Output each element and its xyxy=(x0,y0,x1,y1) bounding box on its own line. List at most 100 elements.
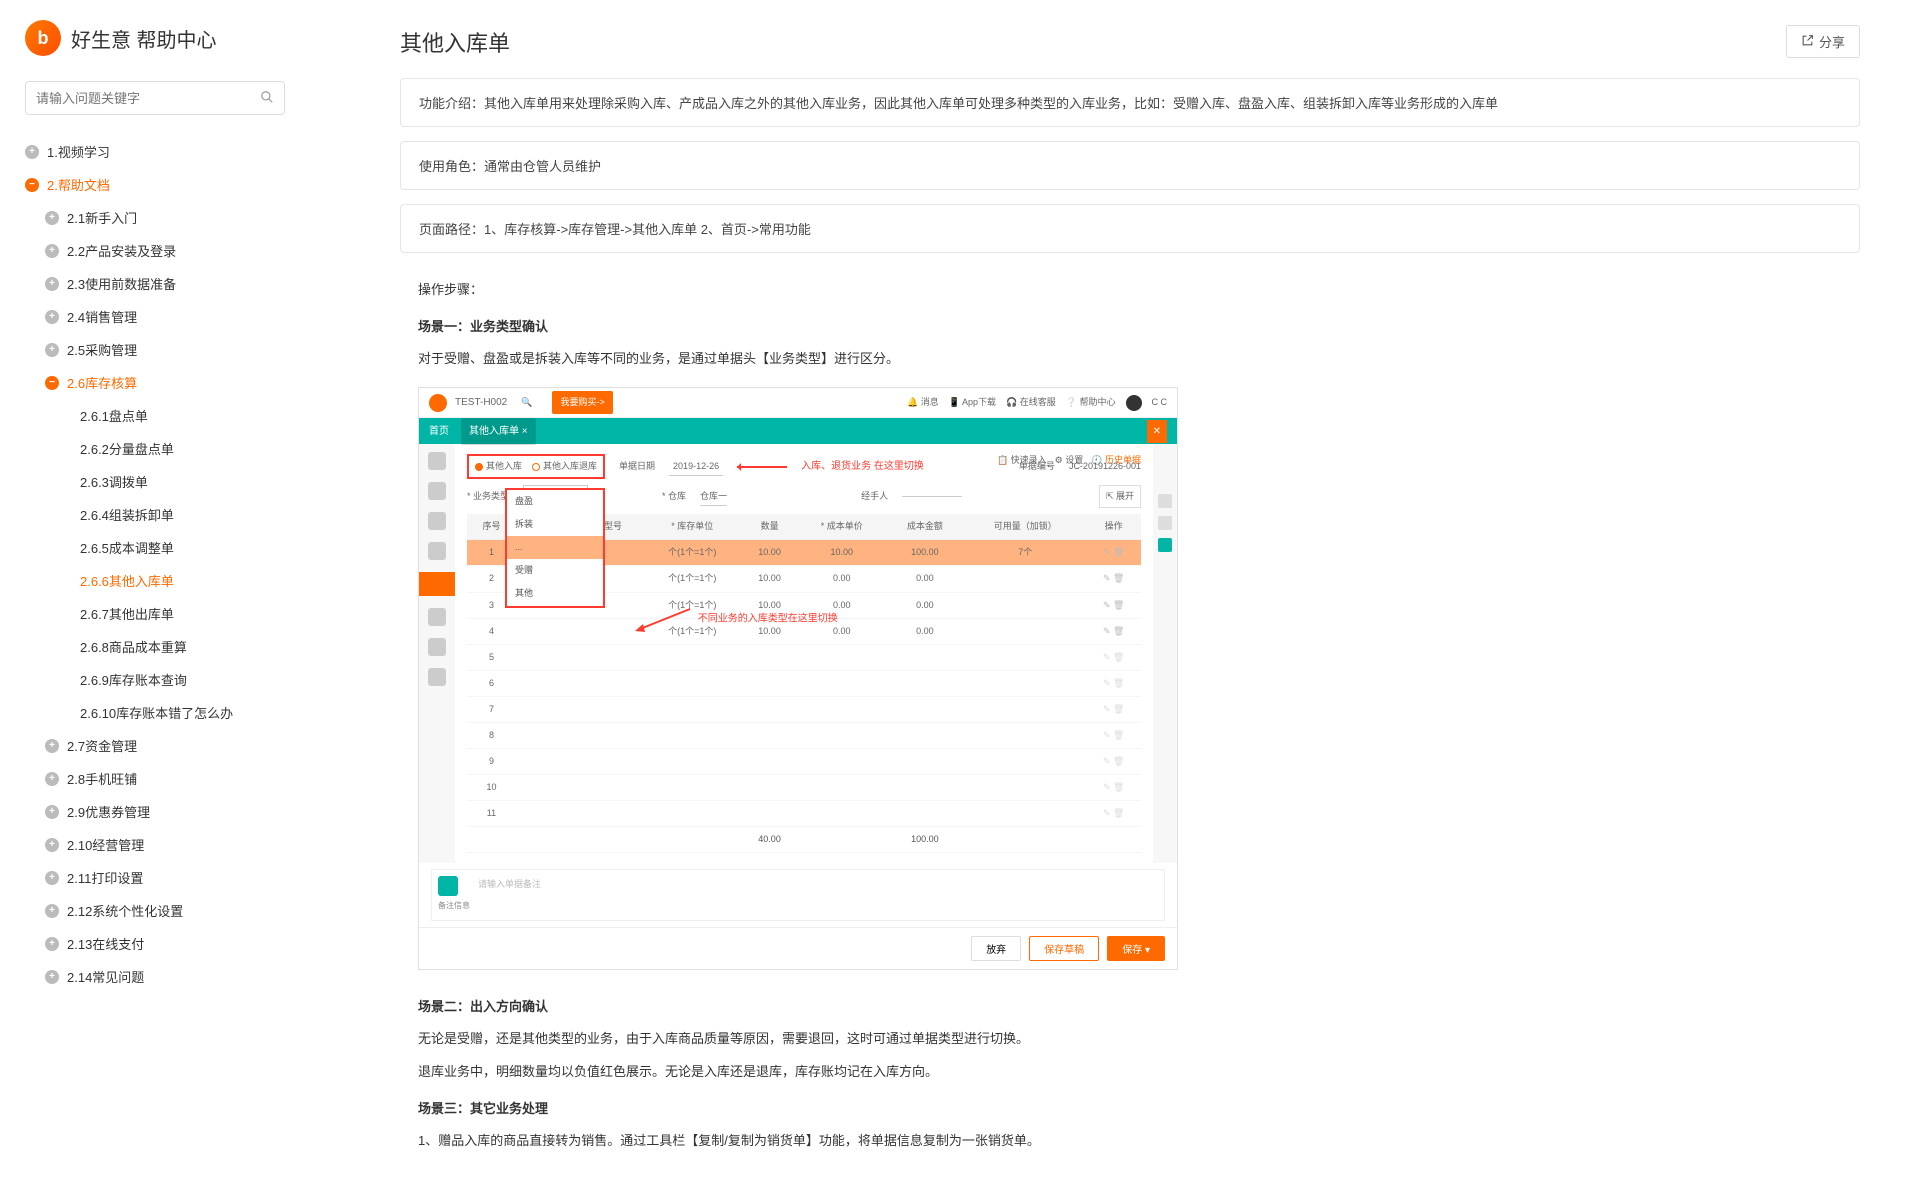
handler-input[interactable] xyxy=(902,496,962,497)
radio-in[interactable]: 其他入库 xyxy=(486,458,522,475)
handler-label: 经手人 xyxy=(861,488,888,505)
table-row[interactable]: 9✎ 🗑 xyxy=(467,749,1141,775)
table-row[interactable]: 8✎ 🗑 xyxy=(467,723,1141,749)
nav-item[interactable]: 2.6.7其他出库单 xyxy=(25,597,275,630)
collapse-icon[interactable]: − xyxy=(45,376,59,390)
nav-item[interactable]: 2.6.2分量盘点单 xyxy=(25,432,275,465)
nav-item[interactable]: +2.1新手入门 xyxy=(25,201,275,234)
nav-item[interactable]: +2.11打印设置 xyxy=(25,861,275,894)
expand-icon[interactable]: + xyxy=(45,871,59,885)
nav-item[interactable]: +2.2产品安装及登录 xyxy=(25,234,275,267)
table-row[interactable]: 7✎ 🗑 xyxy=(467,696,1141,722)
nav-icon-1[interactable] xyxy=(428,452,446,470)
expand-button[interactable]: ⇱ 展开 xyxy=(1099,485,1141,508)
nav-item[interactable]: +2.8手机旺铺 xyxy=(25,762,275,795)
table-row[interactable]: 6✎ 🗑 xyxy=(467,670,1141,696)
radio-return[interactable]: 其他入库退库 xyxy=(543,458,597,475)
top-link-app[interactable]: 📱 App下载 xyxy=(949,394,996,411)
table-row[interactable]: 5✎ 🗑 xyxy=(467,644,1141,670)
expand-icon[interactable]: + xyxy=(45,211,59,225)
save-button[interactable]: 保存 ▾ xyxy=(1107,936,1165,961)
radio-dot-icon xyxy=(532,463,540,471)
dd-item[interactable]: 其他 xyxy=(507,582,603,605)
expand-icon[interactable]: + xyxy=(45,772,59,786)
nav-icon-6[interactable] xyxy=(428,608,446,626)
nav-item[interactable]: 2.6.9库存账本查询 xyxy=(25,663,275,696)
expand-icon[interactable]: + xyxy=(45,310,59,324)
nav-item[interactable]: +2.5采购管理 xyxy=(25,333,275,366)
expand-icon[interactable]: + xyxy=(45,244,59,258)
nav-icon-7[interactable] xyxy=(428,638,446,656)
nav-item[interactable]: 2.6.10库存账本错了怎么办 xyxy=(25,696,275,729)
expand-icon[interactable]: + xyxy=(45,838,59,852)
dd-item[interactable]: ... xyxy=(507,536,603,559)
share-button[interactable]: 分享 xyxy=(1786,25,1860,58)
nav-icon-4[interactable] xyxy=(428,542,446,560)
expand-icon[interactable]: + xyxy=(45,904,59,918)
top-link-help[interactable]: ❔ 帮助中心 xyxy=(1066,394,1116,411)
expand-icon[interactable]: + xyxy=(45,343,59,357)
tab-entry[interactable]: 其他入库单 × xyxy=(461,418,536,445)
biztype-dropdown[interactable]: 盘盈 拆装 ... 受赠 其他 xyxy=(505,488,605,607)
nav-item[interactable]: +2.12系统个性化设置 xyxy=(25,894,275,927)
nav-item[interactable]: 2.6.1盘点单 xyxy=(25,399,275,432)
nav-item[interactable]: −2.6库存核算 xyxy=(25,366,275,399)
expand-icon[interactable]: + xyxy=(45,937,59,951)
nav-item[interactable]: 2.6.5成本调整单 xyxy=(25,531,275,564)
nav-icon-active[interactable] xyxy=(419,572,455,596)
expand-icon[interactable]: + xyxy=(45,739,59,753)
collapse-icon[interactable]: − xyxy=(25,178,39,192)
nav-item-label: 2.13在线支付 xyxy=(67,934,144,953)
expand-icon[interactable]: + xyxy=(45,970,59,984)
warehouse-value[interactable]: 仓库一 xyxy=(700,488,727,506)
search-input[interactable] xyxy=(36,91,260,106)
app-topbar: TEST-H002 🔍 我要购买-> 🔔 消息 📱 App下载 🎧 在线客服 ❔… xyxy=(419,388,1177,418)
expand-icon[interactable]: + xyxy=(45,805,59,819)
nav-item[interactable]: +2.4销售管理 xyxy=(25,300,275,333)
nav-item[interactable]: 2.6.6其他入库单 xyxy=(25,564,275,597)
nav-item[interactable]: +2.7资金管理 xyxy=(25,729,275,762)
nav-item[interactable]: +2.14常见问题 xyxy=(25,960,275,993)
nav-item[interactable]: 2.6.3调拨单 xyxy=(25,465,275,498)
search-icon[interactable] xyxy=(260,90,274,107)
nav-icon-8[interactable] xyxy=(428,668,446,686)
close-icon[interactable]: ✕ xyxy=(1147,420,1167,443)
promo-button[interactable]: 我要购买-> xyxy=(552,391,612,414)
top-link-service[interactable]: 🎧 在线客服 xyxy=(1006,394,1056,411)
nav-item[interactable]: −2.帮助文档 xyxy=(25,168,275,201)
nav-item[interactable]: +2.13在线支付 xyxy=(25,927,275,960)
nav-item[interactable]: 2.6.4组装拆卸单 xyxy=(25,498,275,531)
dd-item[interactable]: 受赠 xyxy=(507,559,603,582)
expand-icon[interactable]: + xyxy=(25,145,39,159)
nav-item[interactable]: +2.9优惠券管理 xyxy=(25,795,275,828)
dd-item[interactable]: 盘盈 xyxy=(507,490,603,513)
search-box[interactable] xyxy=(25,81,285,115)
dd-item[interactable]: 拆装 xyxy=(507,513,603,536)
rc-icon[interactable] xyxy=(1158,538,1172,552)
nav-icon-3[interactable] xyxy=(428,512,446,530)
discard-button[interactable]: 放弃 xyxy=(971,936,1021,961)
tab-home[interactable]: 首页 xyxy=(429,422,449,441)
save-draft-button[interactable]: 保存草稿 xyxy=(1029,936,1099,961)
nav-item-label: 2.6库存核算 xyxy=(67,373,137,392)
table-row[interactable]: 11✎ 🗑 xyxy=(467,801,1141,827)
nav-item-label: 2.6.1盘点单 xyxy=(80,406,148,425)
page-title: 其他入库单 xyxy=(400,26,510,58)
rc-icon[interactable] xyxy=(1158,516,1172,530)
entry-type-radio-group[interactable]: 其他入库 其他入库退库 xyxy=(467,454,605,479)
nav-item-label: 2.3使用前数据准备 xyxy=(67,274,176,293)
nav-icon-2[interactable] xyxy=(428,482,446,500)
nav-item[interactable]: +1.视频学习 xyxy=(25,135,275,168)
remark-placeholder[interactable]: 请输入单据备注 xyxy=(478,876,541,893)
avatar[interactable] xyxy=(1126,395,1142,411)
top-link-msg[interactable]: 🔔 消息 xyxy=(907,394,939,411)
rc-icon[interactable] xyxy=(1158,494,1172,508)
radio-dot-icon xyxy=(475,463,483,471)
nav-item[interactable]: +2.10经营管理 xyxy=(25,828,275,861)
scene2-line2: 退库业务中，明细数量均以负值红色展示。无论是入库还是退库，库存账均记在入库方向。 xyxy=(418,1060,1842,1085)
date-value[interactable]: 2019-12-26 xyxy=(669,458,723,476)
nav-item[interactable]: 2.6.8商品成本重算 xyxy=(25,630,275,663)
expand-icon[interactable]: + xyxy=(45,277,59,291)
table-row[interactable]: 10✎ 🗑 xyxy=(467,775,1141,801)
nav-item[interactable]: +2.3使用前数据准备 xyxy=(25,267,275,300)
